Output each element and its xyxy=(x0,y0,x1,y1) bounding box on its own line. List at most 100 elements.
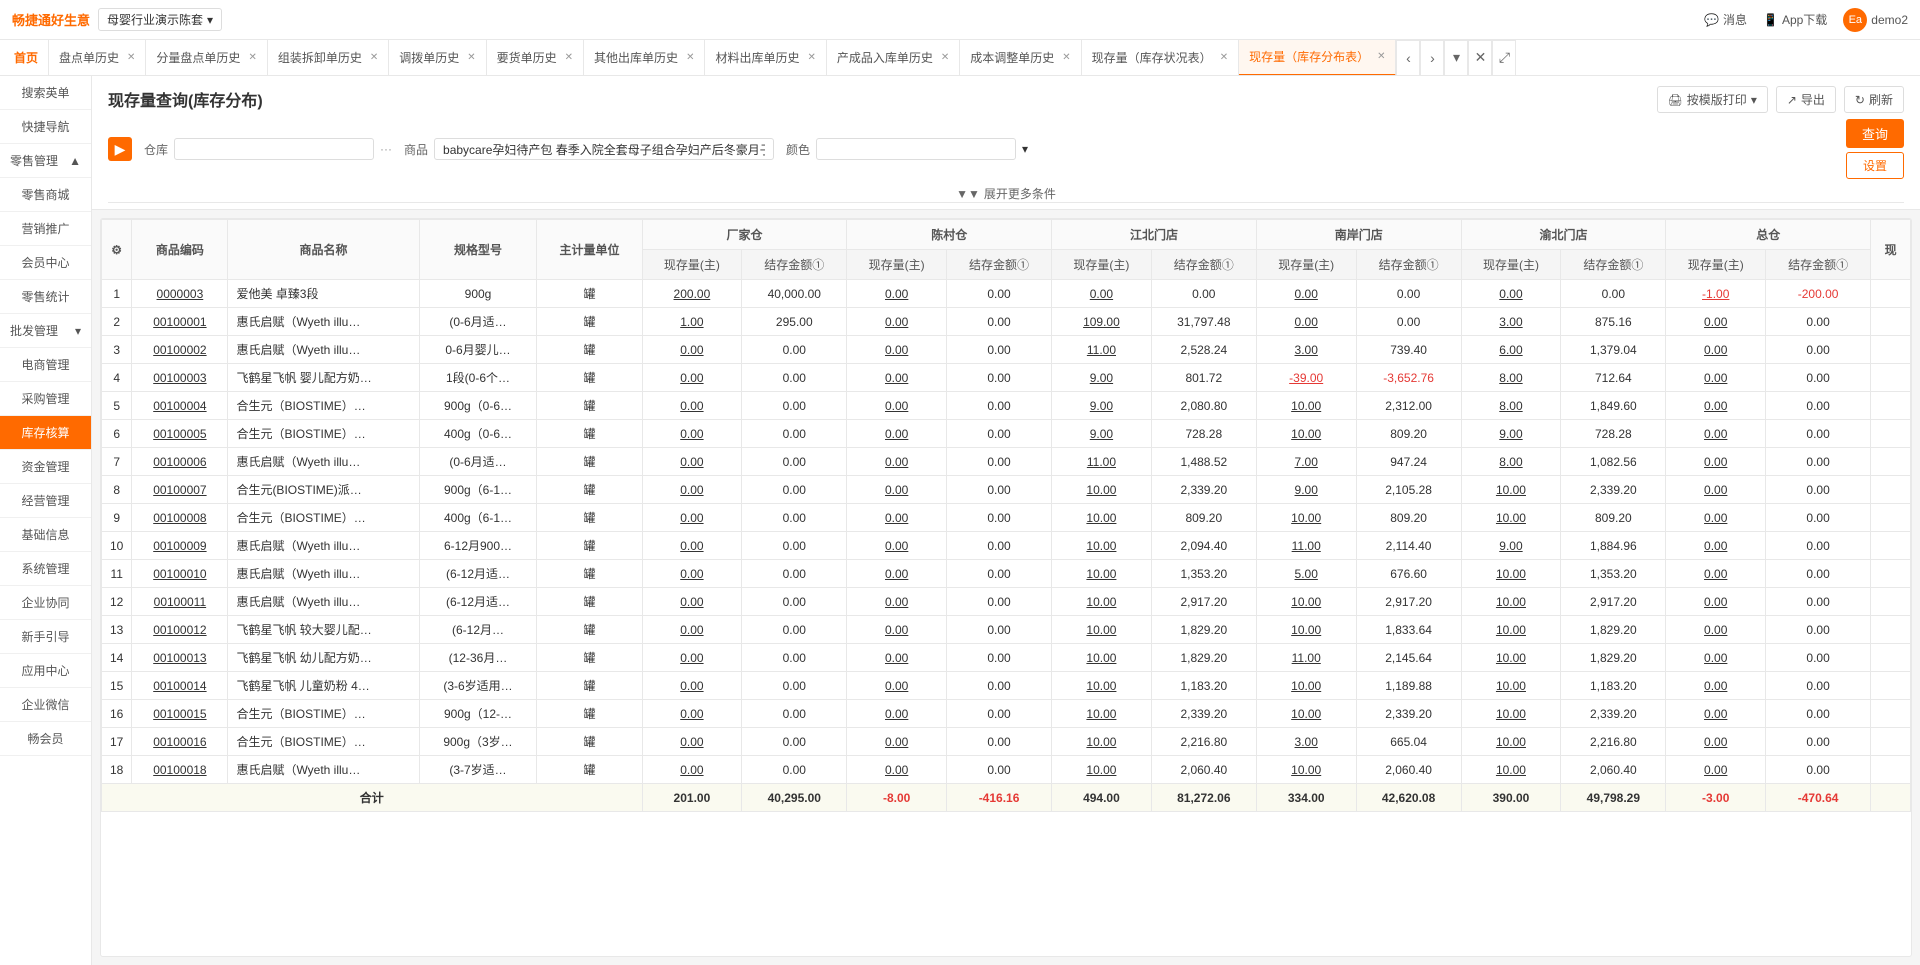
sidebar-item-operations[interactable]: 经营管理 xyxy=(0,484,91,518)
close-icon[interactable]: ✕ xyxy=(370,52,378,63)
tab-10[interactable]: 现存量（库存状况表） ✕ xyxy=(1082,40,1239,76)
cell-na-qty[interactable]: 7.00 xyxy=(1256,448,1356,476)
sidebar-item-inventory[interactable]: 库存核算 xyxy=(0,416,91,450)
cell-code[interactable]: 00100018 xyxy=(132,756,228,784)
cell-jb-qty[interactable]: 11.00 xyxy=(1052,448,1152,476)
cell-fj-qty[interactable]: 0.00 xyxy=(642,336,742,364)
export-btn[interactable]: ↗ 导出 xyxy=(1776,86,1836,113)
cell-jb-qty[interactable]: 10.00 xyxy=(1052,532,1152,560)
cell-total-qty[interactable]: 0.00 xyxy=(1666,560,1766,588)
cell-na-qty[interactable]: 11.00 xyxy=(1256,532,1356,560)
cell-fj-qty[interactable]: 0.00 xyxy=(642,448,742,476)
cell-na-qty[interactable]: 11.00 xyxy=(1256,644,1356,672)
cell-total-qty[interactable]: 0.00 xyxy=(1666,728,1766,756)
cell-cc-qty[interactable]: 0.00 xyxy=(847,420,947,448)
cell-code[interactable]: 00100015 xyxy=(132,700,228,728)
cell-na-qty[interactable]: 10.00 xyxy=(1256,700,1356,728)
cell-yb-qty[interactable]: 10.00 xyxy=(1461,644,1561,672)
cell-jb-qty[interactable]: 109.00 xyxy=(1052,308,1152,336)
cell-cc-qty[interactable]: 0.00 xyxy=(847,476,947,504)
close-icon[interactable]: ✕ xyxy=(1062,52,1070,63)
sidebar-item-nav[interactable]: 快捷导航 xyxy=(0,110,91,144)
settings-btn[interactable]: 设置 xyxy=(1846,152,1904,179)
cell-code[interactable]: 00100007 xyxy=(132,476,228,504)
cell-total-qty[interactable]: 0.00 xyxy=(1666,644,1766,672)
cell-total-qty[interactable]: 0.00 xyxy=(1666,588,1766,616)
close-icon[interactable]: ✕ xyxy=(941,52,949,63)
cell-cc-qty[interactable]: 0.00 xyxy=(847,336,947,364)
sidebar-item-member[interactable]: 会员中心 xyxy=(0,246,91,280)
th-gear[interactable]: ⚙ xyxy=(102,220,132,280)
cell-fj-qty[interactable]: 0.00 xyxy=(642,504,742,532)
cell-fj-qty[interactable]: 0.00 xyxy=(642,476,742,504)
cell-na-qty[interactable]: 10.00 xyxy=(1256,504,1356,532)
close-icon[interactable]: ✕ xyxy=(1220,52,1228,63)
cell-total-qty[interactable]: 0.00 xyxy=(1666,308,1766,336)
cell-cc-qty[interactable]: 0.00 xyxy=(847,532,947,560)
cell-total-qty[interactable]: 0.00 xyxy=(1666,532,1766,560)
industry-selector[interactable]: 母婴行业演示陈套 ▾ xyxy=(98,8,222,31)
cell-yb-qty[interactable]: 10.00 xyxy=(1461,728,1561,756)
cell-jb-qty[interactable]: 10.00 xyxy=(1052,700,1152,728)
sidebar-item-guide[interactable]: 新手引导 xyxy=(0,620,91,654)
cell-fj-qty[interactable]: 0.00 xyxy=(642,700,742,728)
cell-na-qty[interactable]: 10.00 xyxy=(1256,588,1356,616)
sidebar-item-ecommerce[interactable]: 电商管理 xyxy=(0,348,91,382)
close-icon[interactable]: ✕ xyxy=(467,52,475,63)
cell-fj-qty[interactable]: 0.00 xyxy=(642,560,742,588)
sidebar-item-marketing[interactable]: 营销推广 xyxy=(0,212,91,246)
cell-yb-qty[interactable]: 10.00 xyxy=(1461,588,1561,616)
cell-total-qty[interactable]: 0.00 xyxy=(1666,364,1766,392)
tab-home[interactable]: 首页 xyxy=(4,40,49,76)
cell-yb-qty[interactable]: 0.00 xyxy=(1461,280,1561,308)
cell-jb-qty[interactable]: 10.00 xyxy=(1052,616,1152,644)
cell-total-qty[interactable]: 0.00 xyxy=(1666,700,1766,728)
data-table-container[interactable]: ⚙ 商品编码 商品名称 规格型号 主计量单位 厂家仓 陈村仓 江北门店 南岸门店… xyxy=(100,218,1912,957)
cell-jb-qty[interactable]: 9.00 xyxy=(1052,420,1152,448)
cell-cc-qty[interactable]: 0.00 xyxy=(847,280,947,308)
tab-8[interactable]: 产成品入库单历史 ✕ xyxy=(827,40,960,76)
tab-9[interactable]: 成本调整单历史 ✕ xyxy=(960,40,1081,76)
cell-yb-qty[interactable]: 8.00 xyxy=(1461,392,1561,420)
cell-cc-qty[interactable]: 0.00 xyxy=(847,588,947,616)
cell-yb-qty[interactable]: 10.00 xyxy=(1461,560,1561,588)
cell-code[interactable]: 00100013 xyxy=(132,644,228,672)
user-avatar[interactable]: Ea demo2 xyxy=(1843,8,1908,32)
cell-total-qty[interactable]: 0.00 xyxy=(1666,504,1766,532)
cell-fj-qty[interactable]: 0.00 xyxy=(642,756,742,784)
cell-code[interactable]: 00100008 xyxy=(132,504,228,532)
cell-na-qty[interactable]: 3.00 xyxy=(1256,336,1356,364)
cell-jb-qty[interactable]: 9.00 xyxy=(1052,364,1152,392)
cell-fj-qty[interactable]: 0.00 xyxy=(642,532,742,560)
cell-code[interactable]: 00100005 xyxy=(132,420,228,448)
cell-total-qty[interactable]: -1.00 xyxy=(1666,280,1766,308)
cell-total-qty[interactable]: 0.00 xyxy=(1666,336,1766,364)
sidebar-item-search[interactable]: 搜索英单 xyxy=(0,76,91,110)
cell-code[interactable]: 00100010 xyxy=(132,560,228,588)
tab-5[interactable]: 要货单历史 ✕ xyxy=(487,40,584,76)
cell-cc-qty[interactable]: 0.00 xyxy=(847,700,947,728)
cell-total-qty[interactable]: 0.00 xyxy=(1666,616,1766,644)
cell-code[interactable]: 00100002 xyxy=(132,336,228,364)
close-icon[interactable]: ✕ xyxy=(127,52,135,63)
tab-2[interactable]: 分量盘点单历史 ✕ xyxy=(146,40,267,76)
print-btn[interactable]: 🖨 按模版打印 ▾ xyxy=(1657,86,1768,113)
cell-jb-qty[interactable]: 10.00 xyxy=(1052,672,1152,700)
cell-code[interactable]: 00100004 xyxy=(132,392,228,420)
cell-na-qty[interactable]: 9.00 xyxy=(1256,476,1356,504)
cell-yb-qty[interactable]: 6.00 xyxy=(1461,336,1561,364)
sidebar-item-retail-stats[interactable]: 零售统计 xyxy=(0,280,91,314)
tab-4[interactable]: 调拨单历史 ✕ xyxy=(389,40,486,76)
cell-cc-qty[interactable]: 0.00 xyxy=(847,728,947,756)
cell-na-qty[interactable]: 0.00 xyxy=(1256,308,1356,336)
cell-na-qty[interactable]: 10.00 xyxy=(1256,420,1356,448)
cell-yb-qty[interactable]: 10.00 xyxy=(1461,672,1561,700)
cell-jb-qty[interactable]: 9.00 xyxy=(1052,392,1152,420)
cell-total-qty[interactable]: 0.00 xyxy=(1666,392,1766,420)
cell-na-qty[interactable]: 10.00 xyxy=(1256,392,1356,420)
cell-yb-qty[interactable]: 10.00 xyxy=(1461,476,1561,504)
cell-fj-qty[interactable]: 0.00 xyxy=(642,364,742,392)
cell-cc-qty[interactable]: 0.00 xyxy=(847,504,947,532)
tab-more-btn[interactable]: ▾ xyxy=(1444,40,1468,76)
cell-jb-qty[interactable]: 0.00 xyxy=(1052,280,1152,308)
